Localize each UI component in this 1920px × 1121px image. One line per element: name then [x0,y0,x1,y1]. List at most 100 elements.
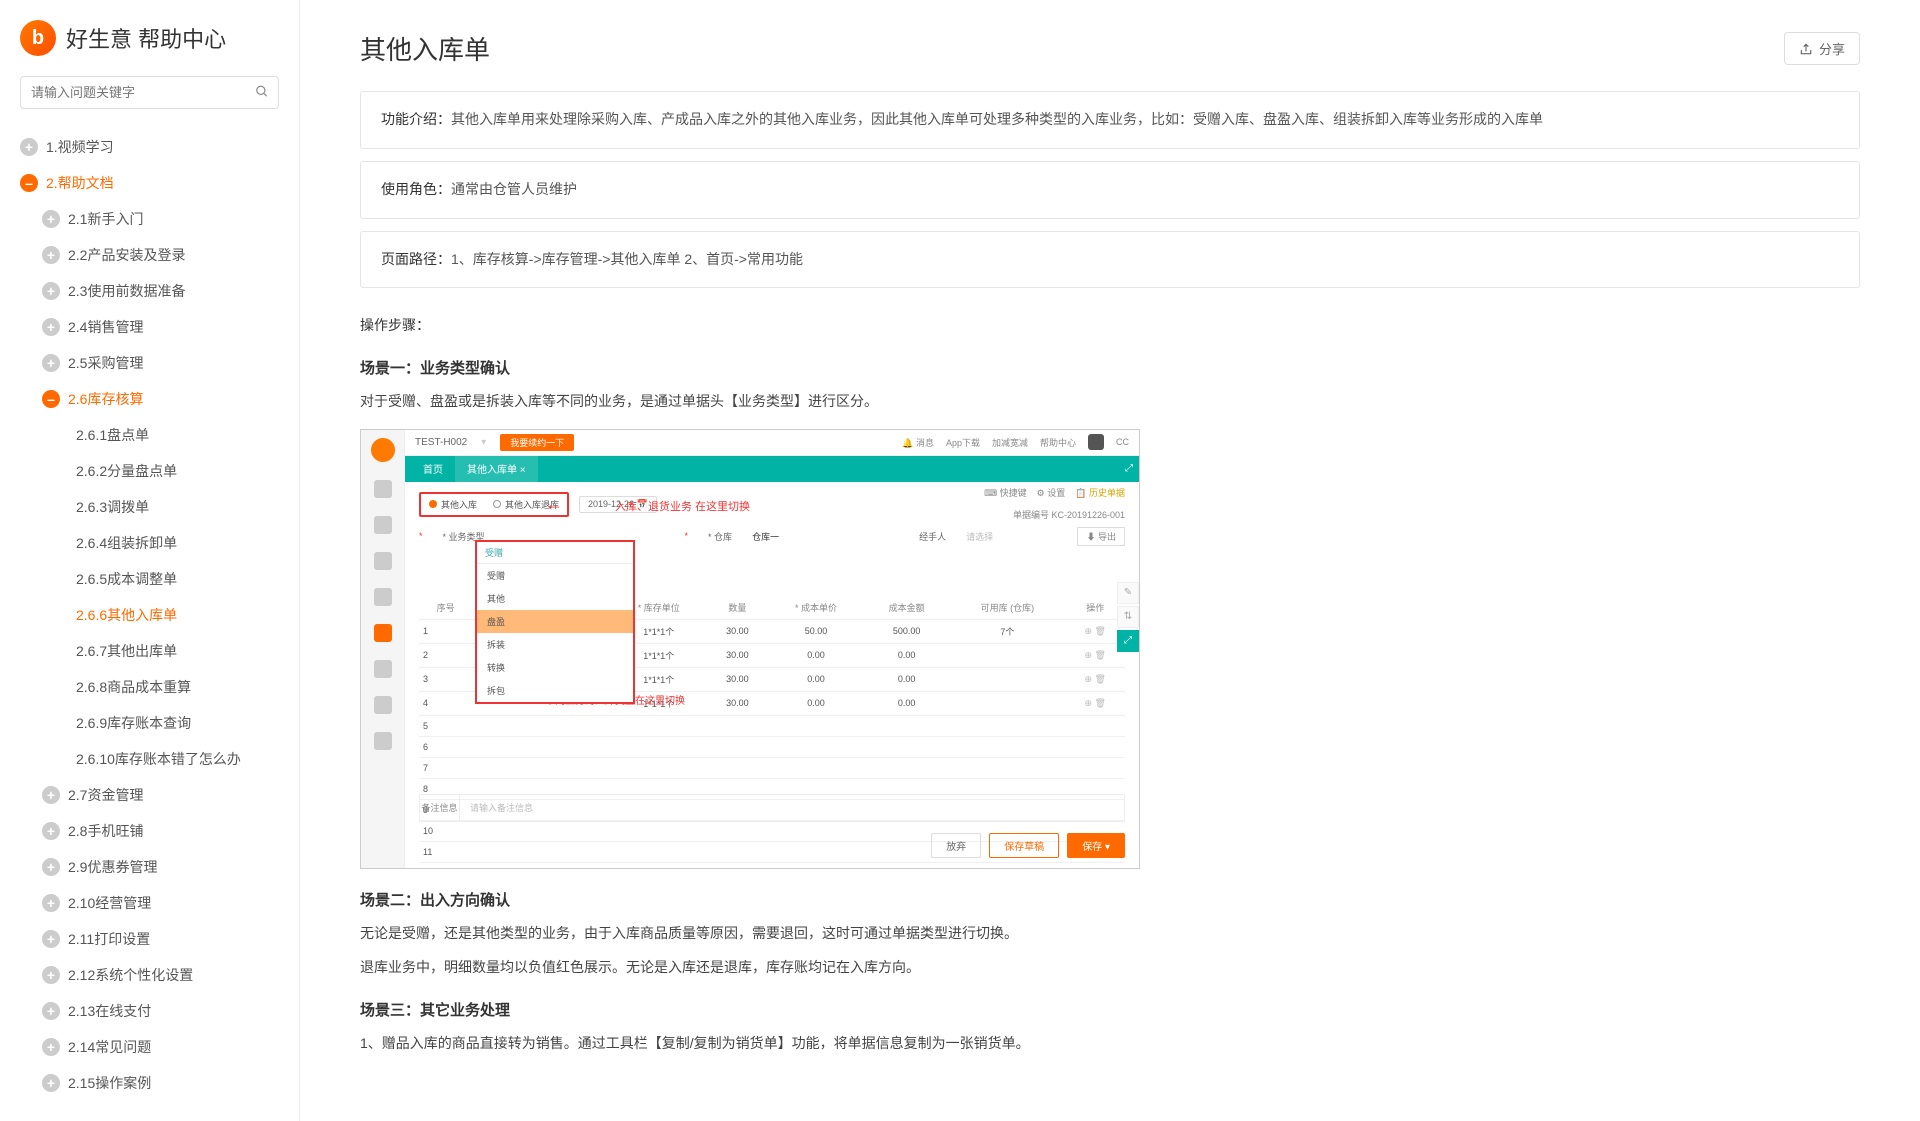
nav-item[interactable]: 2.6.10库存账本错了怎么办 [20,741,299,777]
nav-item-label: 2.8手机旺铺 [68,821,143,841]
nav-item[interactable]: +1.视频学习 [20,129,299,165]
ss-tool-icon: ✎ [1117,582,1139,604]
ss-tab-home: 首页 [411,456,455,482]
search-box [20,76,279,109]
nav-item[interactable]: +2.13在线支付 [20,993,299,1029]
ss-biztype-dropdown: 受赠 受赠 其他 盘盈 拆装 转换 拆包 [475,540,635,704]
path-text: 1、库存核算->库存管理->其他入库单 2、首页->常用功能 [451,251,803,267]
brand-row: b 好生意 帮助中心 [20,20,299,56]
ss-rail-icon [374,696,392,714]
ss-tool-icon: ⇅ [1117,606,1139,628]
ss-rail-icon [374,732,392,750]
share-button[interactable]: 分享 [1784,32,1860,65]
expand-icon: + [42,930,60,948]
ss-rail-icon [374,552,392,570]
nav-item-label: 2.2产品安装及登录 [68,245,185,265]
nav-item[interactable]: 2.6.8商品成本重算 [20,669,299,705]
expand-icon: + [42,966,60,984]
role-label: 使用角色： [381,181,451,197]
nav-item[interactable]: 2.6.7其他出库单 [20,633,299,669]
scene2-text1: 无论是受赠，还是其他类型的业务，由于入库商品质量等原因，需要退回，这时可通过单据… [360,920,1860,947]
nav-item[interactable]: +2.9优惠券管理 [20,849,299,885]
nav-item-label: 2.7资金管理 [68,785,143,805]
share-icon [1799,42,1813,56]
ss-rail-icon [374,588,392,606]
scene3-title: 场景三：其它业务处理 [360,999,1860,1020]
nav-item[interactable]: 2.6.5成本调整单 [20,561,299,597]
nav-item[interactable]: +2.7资金管理 [20,777,299,813]
nav-item[interactable]: +2.10经营管理 [20,885,299,921]
ss-right-tabs: ⌨ 快捷键 ⚙ 设置 📋 历史单据 [984,486,1125,499]
nav-item[interactable]: +2.5采购管理 [20,345,299,381]
nav-item[interactable]: –2.帮助文档 [20,165,299,201]
expand-icon: + [42,1074,60,1092]
nav-item-label: 2.帮助文档 [46,173,114,193]
ss-rail-icon-active [374,624,392,642]
nav-item[interactable]: –2.6库存核算 [20,381,299,417]
search-input[interactable] [20,76,279,109]
page-title: 其他入库单 [360,30,490,67]
nav-item[interactable]: +2.1新手入门 [20,201,299,237]
nav-item[interactable]: 2.6.9库存账本查询 [20,705,299,741]
nav-item-label: 1.视频学习 [46,137,114,157]
ss-left-rail [361,430,405,868]
nav-item-label: 2.6.10库存账本错了怎么办 [76,749,241,769]
scene2-text2: 退库业务中，明细数量均以负值红色展示。无论是入库还是退库，库存账均记在入库方向。 [360,954,1860,981]
ss-save-button: 保存 ▾ [1067,833,1125,858]
nav-item-label: 2.3使用前数据准备 [68,281,185,301]
scene1-text: 对于受赠、盘盈或是拆装入库等不同的业务，是通过单据头【业务类型】进行区分。 [360,388,1860,415]
nav-item[interactable]: +2.11打印设置 [20,921,299,957]
nav-item[interactable]: +2.12系统个性化设置 [20,957,299,993]
nav-item[interactable]: +2.3使用前数据准备 [20,273,299,309]
steps-label: 操作步骤： [360,312,1860,339]
nav-item[interactable]: 2.6.6其他入库单 [20,597,299,633]
ss-rail-icon [374,480,392,498]
collapse-icon: – [42,390,60,408]
nav-item[interactable]: 2.6.1盘点单 [20,417,299,453]
nav-item-label: 2.5采购管理 [68,353,143,373]
ss-avatar-icon [1088,434,1104,450]
ss-renew-button: 我要续约一下 [500,434,574,451]
nav-item[interactable]: 2.6.2分量盘点单 [20,453,299,489]
nav-item-label: 2.6.7其他出库单 [76,641,177,661]
nav-item[interactable]: +2.2产品安装及登录 [20,237,299,273]
intro-label: 功能介绍： [381,111,451,127]
nav-item[interactable]: 2.6.4组装拆卸单 [20,525,299,561]
intro-text: 其他入库单用来处理除采购入库、产成品入库之外的其他入库业务，因此其他入库单可处理… [451,111,1543,127]
expand-icon: + [42,318,60,336]
nav-item[interactable]: +2.14常见问题 [20,1029,299,1065]
ss-annotation-1: 入库、退货业务 在这里切换 [545,494,750,515]
ss-draft-button: 保存草稿 [989,833,1059,858]
nav-item[interactable]: +2.15操作案例 [20,1065,299,1101]
embedded-screenshot: TEST-H002 ▾ 我要续约一下 🔔 消息 App下载 加减宽减 帮助中心 … [360,429,1140,869]
scene3-text1: 1、赠品入库的商品直接转为销售。通过工具栏【复制/复制为销货单】功能，将单据信息… [360,1030,1860,1057]
page-header: 其他入库单 分享 [360,30,1860,67]
nav-item-label: 2.9优惠券管理 [68,857,157,877]
nav-item-label: 2.6.9库存账本查询 [76,713,191,733]
ss-doc-code: 单据编号 KC-20191226-001 [1013,508,1125,521]
nav-item[interactable]: +2.8手机旺铺 [20,813,299,849]
nav-item-label: 2.11打印设置 [68,929,150,949]
ss-footer-buttons: 放弃 保存草稿 保存 ▾ [931,833,1125,858]
nav-item[interactable]: 2.6.3调拨单 [20,489,299,525]
ss-right-toolbar: ✎ ⇅ ⤢ [1117,582,1139,652]
nav-item-label: 2.6.3调拨单 [76,497,149,517]
ss-cancel-button: 放弃 [931,833,981,858]
expand-icon: + [42,246,60,264]
ss-tabs: 首页 其他入库单 × ⤢ [405,456,1139,482]
role-box: 使用角色：通常由仓管人员维护 [360,161,1860,219]
ss-expand-icon: ⤢ [1125,463,1133,474]
nav-item[interactable]: +2.4销售管理 [20,309,299,345]
nav-item-label: 2.6.8商品成本重算 [76,677,191,697]
ss-rail-icon [374,660,392,678]
nav-item-label: 2.6.6其他入库单 [76,605,177,625]
expand-icon: + [42,282,60,300]
ss-tool-icon-active: ⤢ [1117,630,1139,652]
sidebar: b 好生意 帮助中心 +1.视频学习–2.帮助文档+2.1新手入门+2.2产品安… [0,0,300,1121]
nav-item-label: 2.15操作案例 [68,1073,151,1093]
collapse-icon: – [20,174,38,192]
search-icon[interactable] [255,84,269,101]
nav-item-label: 2.6.5成本调整单 [76,569,177,589]
nav-item-label: 2.6.4组装拆卸单 [76,533,177,553]
ss-org-label: TEST-H002 [415,437,467,448]
